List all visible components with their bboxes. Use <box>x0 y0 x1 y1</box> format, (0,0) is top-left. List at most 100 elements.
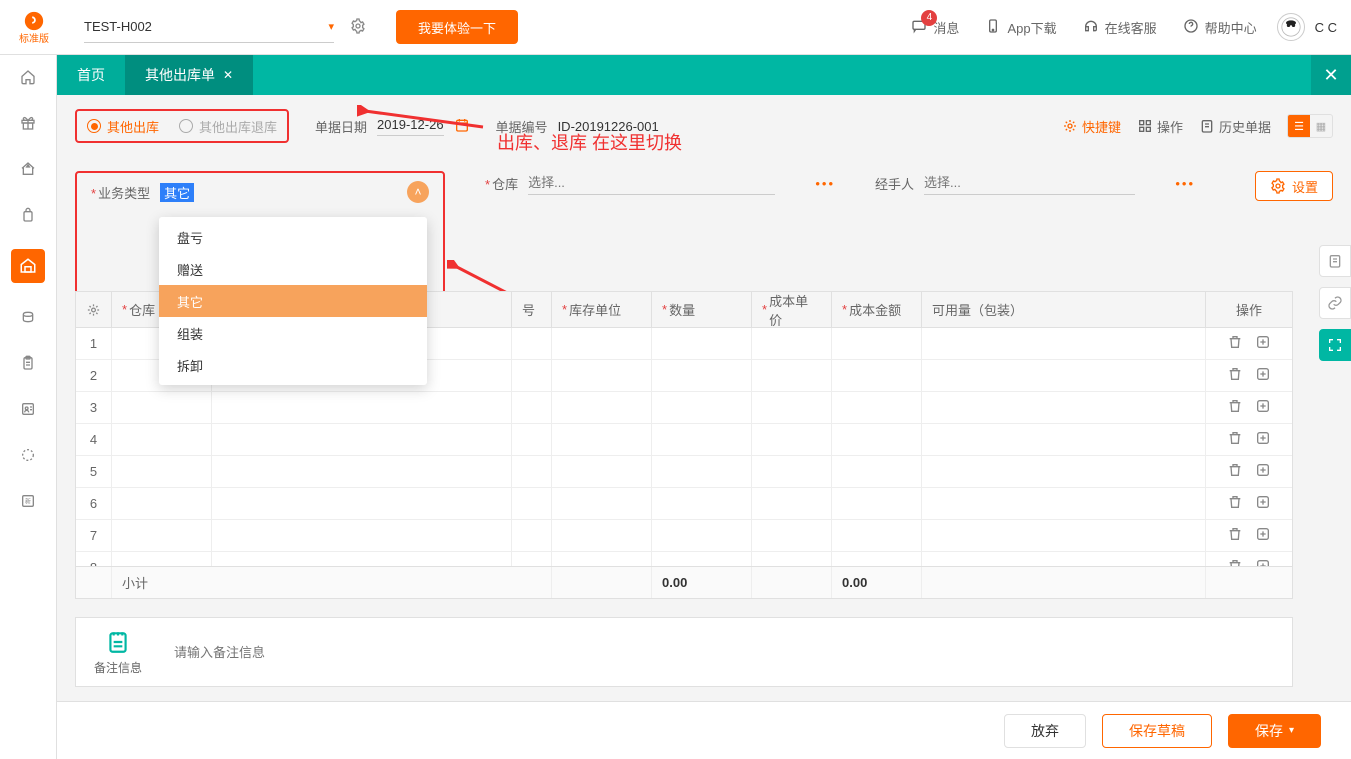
cell-hao[interactable] <box>512 552 552 566</box>
more-icon[interactable]: ••• <box>815 176 835 191</box>
sidebar-contacts-icon[interactable] <box>16 397 40 421</box>
delete-icon[interactable] <box>1227 398 1243 417</box>
table-row[interactable]: 5 <box>76 456 1292 488</box>
messages-link[interactable]: 消息 4 <box>911 18 959 37</box>
view-toggle[interactable]: ☰ ▦ <box>1287 114 1333 138</box>
remarks-input[interactable] <box>172 644 1274 661</box>
service-link[interactable]: 在线客服 <box>1083 18 1157 37</box>
add-icon[interactable] <box>1255 494 1271 513</box>
cell-qty[interactable] <box>652 360 752 391</box>
sidebar-gift-icon[interactable] <box>16 111 40 135</box>
cell-price[interactable] <box>752 520 832 551</box>
cell-price[interactable] <box>752 488 832 519</box>
cell-hao[interactable] <box>512 328 552 359</box>
sidebar-clipboard-icon[interactable] <box>16 351 40 375</box>
add-icon[interactable] <box>1255 558 1271 566</box>
cell-hao[interactable] <box>512 424 552 455</box>
hotkey-tool[interactable]: 快捷键 <box>1062 117 1121 136</box>
chevron-up-icon[interactable]: ˄ <box>407 181 429 203</box>
cell-qty[interactable] <box>652 520 752 551</box>
cell-amount[interactable] <box>832 392 922 423</box>
sidebar-loading-icon[interactable] <box>16 443 40 467</box>
cell-unit[interactable] <box>552 328 652 359</box>
col-gear[interactable] <box>76 292 112 327</box>
delete-icon[interactable] <box>1227 462 1243 481</box>
handler-input[interactable] <box>924 171 1135 195</box>
add-icon[interactable] <box>1255 334 1271 353</box>
sidebar-purchase-icon[interactable] <box>16 157 40 181</box>
cell-qty[interactable] <box>652 392 752 423</box>
add-icon[interactable] <box>1255 366 1271 385</box>
rail-note-icon[interactable] <box>1319 245 1351 277</box>
cell-amount[interactable] <box>832 360 922 391</box>
help-link[interactable]: 帮助中心 <box>1183 18 1257 37</box>
close-icon[interactable]: ✕ <box>223 68 233 82</box>
rail-link-icon[interactable] <box>1319 287 1351 319</box>
biz-type-value[interactable]: 其它 <box>160 183 194 202</box>
cell-warehouse[interactable] <box>112 392 212 423</box>
cell-price[interactable] <box>752 424 832 455</box>
delete-icon[interactable] <box>1227 430 1243 449</box>
sidebar-home-icon[interactable] <box>16 65 40 89</box>
sidebar-stock-icon[interactable] <box>11 249 45 283</box>
rail-expand-icon[interactable] <box>1319 329 1351 361</box>
cell-unit[interactable] <box>552 392 652 423</box>
table-row[interactable]: 7 <box>76 520 1292 552</box>
sidebar-sale-icon[interactable] <box>16 203 40 227</box>
cell-price[interactable] <box>752 552 832 566</box>
cell-price[interactable] <box>752 456 832 487</box>
table-row[interactable]: 8 <box>76 552 1292 566</box>
dropdown-item[interactable]: 组装 <box>159 317 427 349</box>
dropdown-item[interactable]: 其它 <box>159 285 427 317</box>
delete-icon[interactable] <box>1227 334 1243 353</box>
tab-home[interactable]: 首页 <box>57 55 125 95</box>
discard-button[interactable]: 放弃 <box>1004 714 1086 748</box>
save-draft-button[interactable]: 保存草稿 <box>1102 714 1212 748</box>
table-row[interactable]: 4 <box>76 424 1292 456</box>
calendar-icon[interactable] <box>454 117 470 136</box>
cell-unit[interactable] <box>552 360 652 391</box>
app-download-link[interactable]: App下载 <box>985 18 1056 37</box>
delete-icon[interactable] <box>1227 558 1243 566</box>
history-tool[interactable]: 历史单据 <box>1199 117 1271 136</box>
add-icon[interactable] <box>1255 526 1271 545</box>
cell-qty[interactable] <box>652 328 752 359</box>
cell-warehouse[interactable] <box>112 520 212 551</box>
cell-qty[interactable] <box>652 424 752 455</box>
cell-amount[interactable] <box>832 520 922 551</box>
sidebar-new-icon[interactable]: 新 <box>16 489 40 513</box>
doc-date-value[interactable]: 2019-12-26 <box>377 117 444 136</box>
cell-price[interactable] <box>752 392 832 423</box>
cell-amount[interactable] <box>832 488 922 519</box>
cell-amount[interactable] <box>832 552 922 566</box>
cell-unit[interactable] <box>552 456 652 487</box>
delete-icon[interactable] <box>1227 526 1243 545</box>
cell-qty[interactable] <box>652 552 752 566</box>
cell-hao[interactable] <box>512 456 552 487</box>
add-icon[interactable] <box>1255 430 1271 449</box>
save-button[interactable]: 保存 ▾ <box>1228 714 1321 748</box>
cell-hao[interactable] <box>512 488 552 519</box>
cell-unit[interactable] <box>552 552 652 566</box>
cell-amount[interactable] <box>832 328 922 359</box>
tab-outbound[interactable]: 其他出库单 ✕ <box>125 55 253 95</box>
cell-warehouse[interactable] <box>112 424 212 455</box>
cell-unit[interactable] <box>552 488 652 519</box>
cell-hao[interactable] <box>512 360 552 391</box>
more-icon[interactable]: ••• <box>1175 176 1195 191</box>
warehouse-input[interactable] <box>528 171 775 195</box>
cell-warehouse[interactable] <box>112 552 212 566</box>
gear-icon[interactable] <box>350 18 366 37</box>
close-all-tabs[interactable]: ✕ <box>1311 55 1351 95</box>
delete-icon[interactable] <box>1227 366 1243 385</box>
cell-price[interactable] <box>752 328 832 359</box>
actions-tool[interactable]: 操作 <box>1137 117 1183 136</box>
table-row[interactable]: 6 <box>76 488 1292 520</box>
add-icon[interactable] <box>1255 462 1271 481</box>
delete-icon[interactable] <box>1227 494 1243 513</box>
org-select[interactable]: TEST-H002 ▾ <box>84 11 334 43</box>
cell-unit[interactable] <box>552 424 652 455</box>
list-view-icon[interactable]: ☰ <box>1288 115 1310 137</box>
cell-amount[interactable] <box>832 424 922 455</box>
cell-hao[interactable] <box>512 520 552 551</box>
